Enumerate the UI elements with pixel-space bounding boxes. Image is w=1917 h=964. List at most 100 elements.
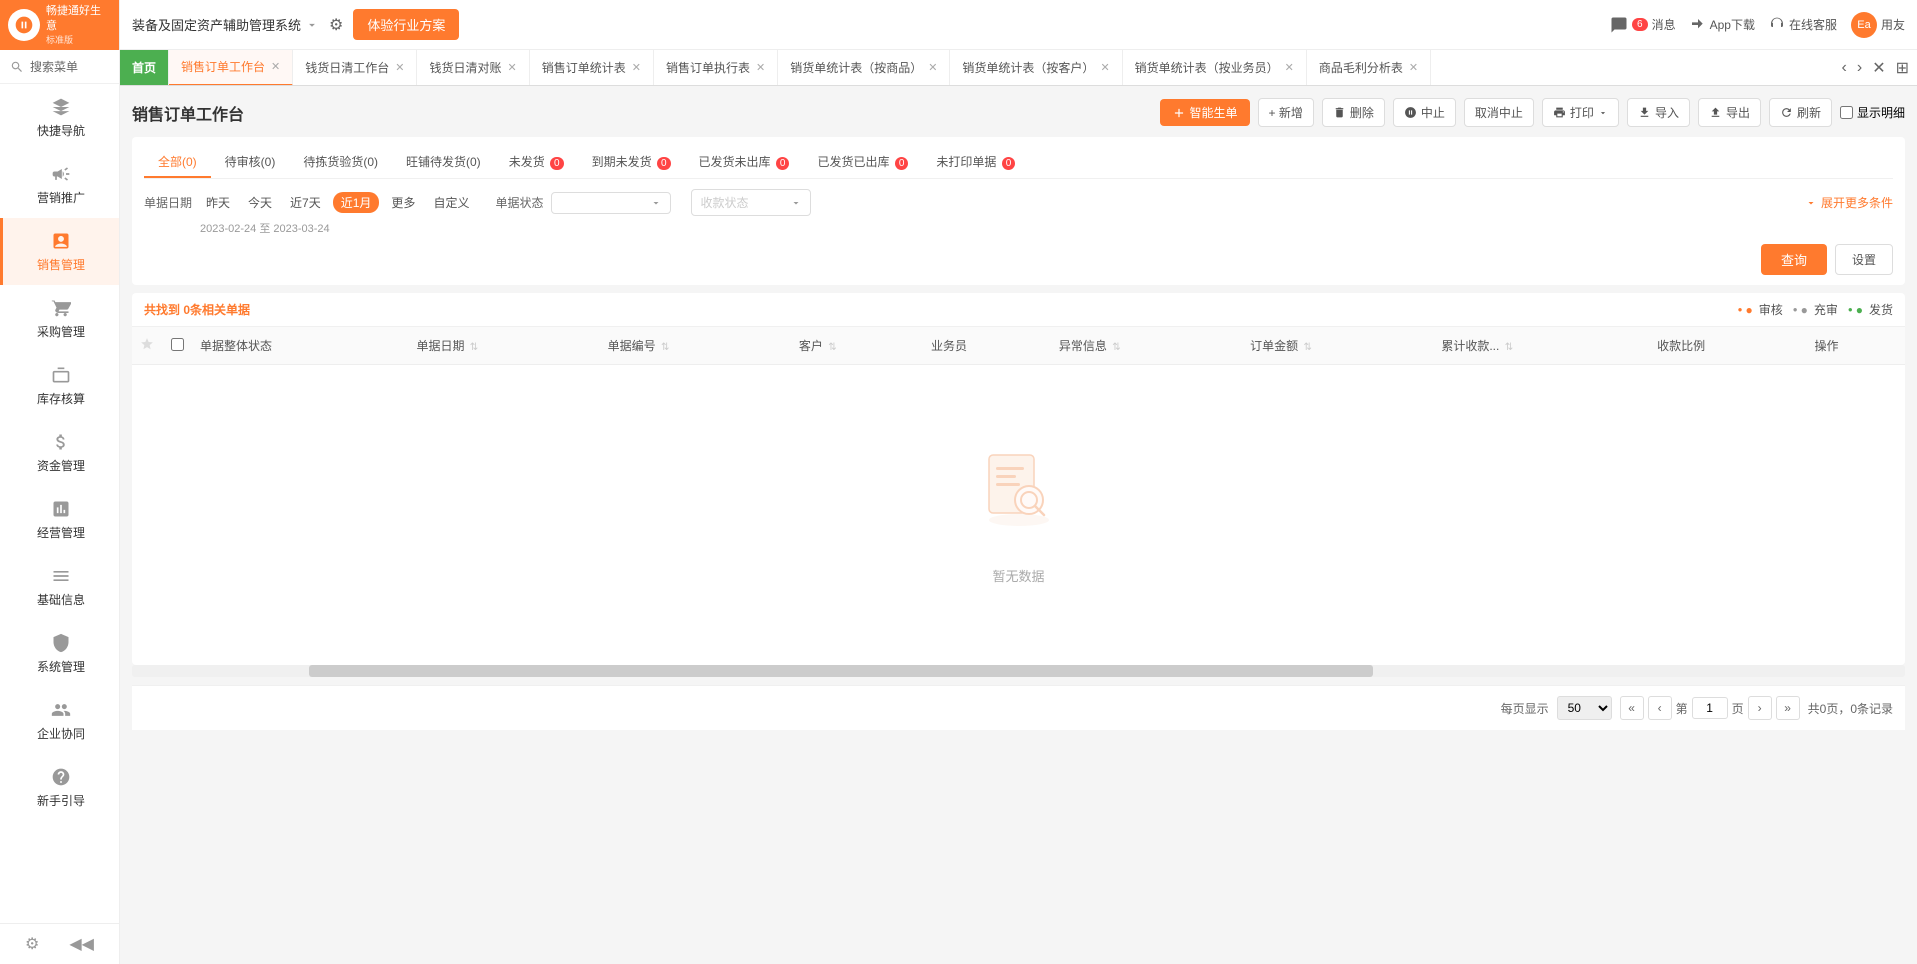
message-badge: 6 bbox=[1632, 18, 1648, 31]
tab-sales-by-product[interactable]: 销货单统计表（按商品） ✕ bbox=[778, 50, 950, 86]
customer-sort-icon[interactable]: ⇅ bbox=[828, 342, 836, 353]
ai-generate-button[interactable]: 智能生单 bbox=[1160, 99, 1250, 126]
filter-tab-wangpu[interactable]: 旺铺待发货(0) bbox=[392, 147, 495, 178]
collapse-icon[interactable]: ◀◀ bbox=[69, 934, 94, 954]
sidebar-item-sales[interactable]: 销售管理 bbox=[0, 218, 119, 285]
app-download-btn[interactable]: App下载 bbox=[1690, 16, 1755, 33]
tab-close-sales-stats[interactable]: ✕ bbox=[632, 61, 641, 74]
tab-close-sales-workbench[interactable]: ✕ bbox=[271, 60, 280, 73]
tab-close-all[interactable]: ✕ bbox=[1868, 56, 1889, 80]
sidebar-item-operations[interactable]: 经营管理 bbox=[0, 486, 119, 553]
filter-tab-not-shipped[interactable]: 未发货 0 bbox=[495, 147, 578, 178]
tab-cash-daily[interactable]: 钱货日清工作台 ✕ bbox=[293, 50, 417, 86]
delete-button[interactable]: 删除 bbox=[1322, 98, 1385, 127]
filter-tab-pending-review[interactable]: 待审核(0) bbox=[211, 147, 290, 178]
message-btn[interactable]: 6 消息 bbox=[1610, 16, 1676, 34]
settings-icon[interactable]: ⚙ bbox=[25, 934, 39, 954]
table-audit-btn[interactable]: ● 审核 bbox=[1738, 301, 1783, 318]
tab-nav-prev[interactable]: ‹ bbox=[1838, 57, 1851, 79]
pagination-prev[interactable]: ‹ bbox=[1648, 696, 1672, 720]
date-opt-custom[interactable]: 自定义 bbox=[427, 192, 475, 213]
date-opt-7days[interactable]: 近7天 bbox=[284, 192, 327, 213]
filter-tab-all[interactable]: 全部(0) bbox=[144, 147, 211, 178]
tab-close-cash-reconcile[interactable]: ✕ bbox=[508, 61, 517, 74]
sidebar-item-basic[interactable]: 基础信息 bbox=[0, 553, 119, 620]
date-opt-yesterday[interactable]: 昨天 bbox=[200, 192, 236, 213]
collection-select[interactable]: 收款状态 bbox=[691, 189, 811, 216]
filter-tab-pending-check[interactable]: 待拣货验货(0) bbox=[289, 147, 392, 178]
tab-expand[interactable]: ⊞ bbox=[1892, 56, 1913, 80]
tab-close-sales-by-staff[interactable]: ✕ bbox=[1285, 61, 1294, 74]
tab-sales-stats[interactable]: 销售订单统计表 ✕ bbox=[530, 50, 654, 86]
select-all-checkbox[interactable] bbox=[171, 338, 184, 351]
tab-close-gross-margin[interactable]: ✕ bbox=[1409, 61, 1418, 74]
expand-conditions[interactable]: 展开更多条件 bbox=[1805, 194, 1893, 211]
search-menu[interactable]: 搜索菜单 bbox=[0, 50, 119, 84]
tab-sales-by-customer[interactable]: 销货单统计表（按客户） ✕ bbox=[950, 50, 1122, 86]
horizontal-scrollbar[interactable] bbox=[132, 665, 1905, 677]
app-download-label: App下载 bbox=[1710, 16, 1755, 33]
per-page-select[interactable]: 50 100 200 bbox=[1557, 696, 1612, 720]
user-menu-btn[interactable]: Ea 用友 bbox=[1851, 12, 1905, 38]
filter-tab-shipped-not-out[interactable]: 已发货未出库 0 bbox=[685, 147, 804, 178]
system-selector[interactable]: 装备及固定资产辅助管理系统 bbox=[132, 15, 319, 34]
tab-close-sales-by-customer[interactable]: ✕ bbox=[1100, 61, 1109, 74]
tab-gross-margin[interactable]: 商品毛利分析表 ✕ bbox=[1307, 50, 1431, 86]
print-button[interactable]: 打印 bbox=[1542, 98, 1619, 127]
refresh-button[interactable]: 刷新 bbox=[1769, 98, 1832, 127]
cancel-stop-button[interactable]: 取消中止 bbox=[1464, 98, 1534, 127]
sidebar-item-purchase[interactable]: 采购管理 bbox=[0, 285, 119, 352]
sidebar-item-system[interactable]: 系统管理 bbox=[0, 620, 119, 687]
tab-close-sales-by-product[interactable]: ✕ bbox=[928, 61, 937, 74]
export-button[interactable]: 导出 bbox=[1698, 98, 1761, 127]
solution-button[interactable]: 体验行业方案 bbox=[353, 9, 459, 40]
tab-sales-exec[interactable]: 销售订单执行表 ✕ bbox=[654, 50, 778, 86]
page-input[interactable] bbox=[1692, 697, 1728, 719]
pagination-next[interactable]: › bbox=[1748, 696, 1772, 720]
pagination-last[interactable]: » bbox=[1776, 696, 1800, 720]
query-button[interactable]: 查询 bbox=[1761, 244, 1827, 275]
date-opt-more[interactable]: 更多 bbox=[385, 192, 421, 213]
date-sort-icon[interactable]: ⇅ bbox=[470, 342, 478, 353]
number-sort-icon[interactable]: ⇅ bbox=[661, 342, 669, 353]
date-options: 昨天 今天 近7天 近1月 更多 自定义 bbox=[200, 192, 475, 213]
online-service-btn[interactable]: 在线客服 bbox=[1769, 16, 1837, 33]
show-details-checkbox[interactable]: 显示明细 bbox=[1840, 104, 1905, 121]
sidebar-item-quick-nav[interactable]: 快捷导航 bbox=[0, 84, 119, 151]
sidebar-item-inventory[interactable]: 库存核算 bbox=[0, 352, 119, 419]
table-ship-btn[interactable]: ● 发货 bbox=[1848, 301, 1893, 318]
collected-sort-icon[interactable]: ⇅ bbox=[1505, 342, 1513, 353]
tab-close-cash-daily[interactable]: ✕ bbox=[395, 61, 404, 74]
sidebar-item-finance[interactable]: 资金管理 bbox=[0, 419, 119, 486]
sidebar-item-enterprise[interactable]: 企业协同 bbox=[0, 687, 119, 754]
add-button[interactable]: + 新增 bbox=[1258, 98, 1314, 127]
sidebar-item-guide[interactable]: 新手引导 bbox=[0, 754, 119, 821]
add-label: + 新增 bbox=[1269, 104, 1303, 121]
pagination-first[interactable]: « bbox=[1620, 696, 1644, 720]
setting-button[interactable]: 设置 bbox=[1835, 244, 1893, 275]
tab-sales-by-staff[interactable]: 销货单统计表（按业务员） ✕ bbox=[1123, 50, 1307, 86]
tab-home[interactable]: 首页 bbox=[120, 50, 169, 86]
sidebar-item-label-inventory: 库存核算 bbox=[37, 390, 85, 407]
amount-sort-icon[interactable]: ⇅ bbox=[1303, 342, 1311, 353]
stop-button[interactable]: 中止 bbox=[1393, 98, 1456, 127]
filter-tab-expired[interactable]: 到期未发货 0 bbox=[578, 147, 685, 178]
date-opt-1month[interactable]: 近1月 bbox=[333, 192, 380, 213]
sales-icon bbox=[50, 230, 72, 252]
settings-btn[interactable]: ⚙ bbox=[329, 15, 343, 35]
tab-sales-workbench[interactable]: 销售订单工作台 ✕ bbox=[169, 50, 293, 86]
sidebar-item-marketing[interactable]: 营销推广 bbox=[0, 151, 119, 218]
exception-sort-icon[interactable]: ⇅ bbox=[1112, 342, 1120, 353]
show-details-input[interactable] bbox=[1840, 106, 1853, 119]
dropdown-icon bbox=[305, 18, 319, 32]
filter-tab-shipped-out[interactable]: 已发货已出库 0 bbox=[803, 147, 922, 178]
table-revoke-btn[interactable]: ● 充审 bbox=[1793, 301, 1838, 318]
hscroll-thumb[interactable] bbox=[309, 665, 1373, 677]
tab-nav-next[interactable]: › bbox=[1853, 57, 1866, 79]
status-select[interactable] bbox=[551, 192, 671, 214]
import-button[interactable]: 导入 bbox=[1627, 98, 1690, 127]
filter-tab-not-printed[interactable]: 未打印单据 0 bbox=[922, 147, 1029, 178]
tab-cash-reconcile[interactable]: 钱货日清对账 ✕ bbox=[417, 50, 529, 86]
date-opt-today[interactable]: 今天 bbox=[242, 192, 278, 213]
tab-close-sales-exec[interactable]: ✕ bbox=[756, 61, 765, 74]
